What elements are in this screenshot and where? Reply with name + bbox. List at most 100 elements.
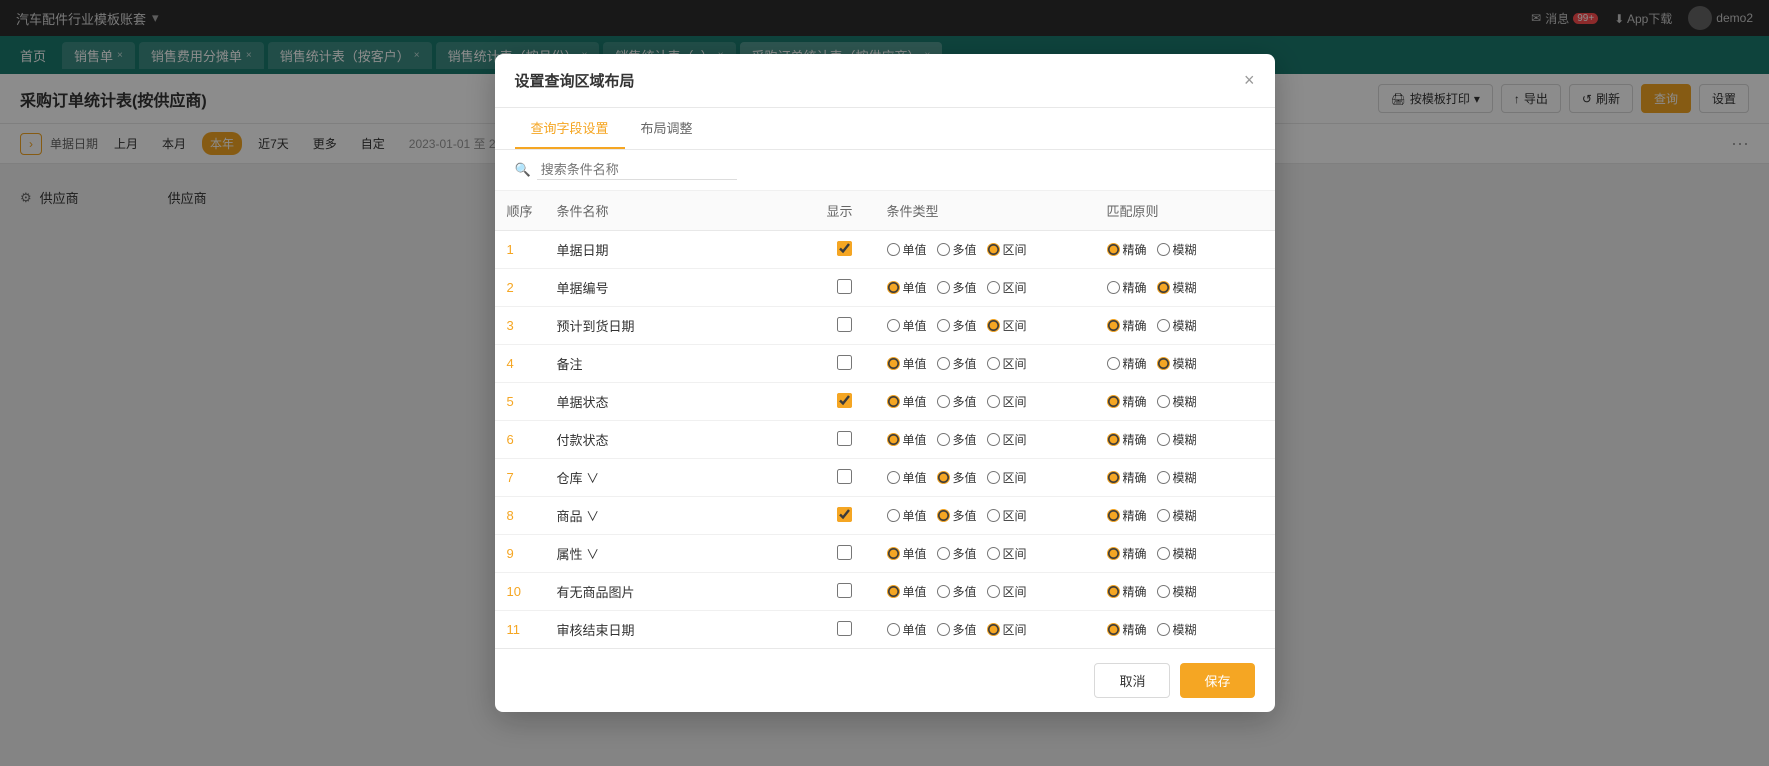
cell-display[interactable] [815,383,875,421]
cell-display[interactable] [815,269,875,307]
cell-match[interactable]: 精确模糊 [1095,573,1275,611]
type-radio[interactable] [987,433,1000,446]
type-radio[interactable] [987,471,1000,484]
type-radio[interactable] [937,433,950,446]
type-radio[interactable] [887,585,900,598]
cell-type[interactable]: 单值多值区间 [875,231,1095,269]
cell-match[interactable]: 精确模糊 [1095,421,1275,459]
match-radio[interactable] [1107,585,1120,598]
match-radio[interactable] [1157,585,1170,598]
cell-display[interactable] [815,345,875,383]
display-checkbox[interactable] [837,431,852,446]
type-radio[interactable] [887,623,900,636]
match-radio[interactable] [1157,319,1170,332]
cell-match[interactable]: 精确模糊 [1095,535,1275,573]
cell-display[interactable] [815,497,875,535]
cell-type[interactable]: 单值多值区间 [875,307,1095,345]
display-checkbox[interactable] [837,355,852,370]
cell-match[interactable]: 精确模糊 [1095,231,1275,269]
cell-display[interactable] [815,421,875,459]
match-radio[interactable] [1157,433,1170,446]
match-radio[interactable] [1157,471,1170,484]
match-radio[interactable] [1157,243,1170,256]
type-radio[interactable] [887,319,900,332]
type-radio[interactable] [887,433,900,446]
match-radio[interactable] [1107,395,1120,408]
display-checkbox[interactable] [837,393,852,408]
cell-match[interactable]: 精确模糊 [1095,269,1275,307]
type-radio[interactable] [887,547,900,560]
cell-type[interactable]: 单值多值区间 [875,269,1095,307]
cell-type[interactable]: 单值多值区间 [875,611,1095,649]
match-radio[interactable] [1157,395,1170,408]
match-radio[interactable] [1107,243,1120,256]
cell-type[interactable]: 单值多值区间 [875,345,1095,383]
type-radio[interactable] [937,623,950,636]
display-checkbox[interactable] [837,279,852,294]
match-radio[interactable] [1107,433,1120,446]
type-radio[interactable] [987,585,1000,598]
match-radio[interactable] [1107,509,1120,522]
cell-type[interactable]: 单值多值区间 [875,459,1095,497]
tab-layout[interactable]: 布局调整 [625,108,709,149]
display-checkbox[interactable] [837,545,852,560]
cell-display[interactable] [815,459,875,497]
match-radio[interactable] [1107,357,1120,370]
type-radio[interactable] [987,509,1000,522]
match-radio[interactable] [1107,623,1120,636]
match-radio[interactable] [1157,281,1170,294]
display-checkbox[interactable] [837,583,852,598]
type-radio[interactable] [887,357,900,370]
cell-match[interactable]: 精确模糊 [1095,459,1275,497]
match-radio[interactable] [1157,623,1170,636]
cell-display[interactable] [815,611,875,649]
type-radio[interactable] [937,319,950,332]
type-radio[interactable] [937,509,950,522]
type-radio[interactable] [887,509,900,522]
cell-display[interactable] [815,535,875,573]
match-radio[interactable] [1107,319,1120,332]
search-input[interactable] [537,160,737,180]
cell-type[interactable]: 单值多值区间 [875,535,1095,573]
type-radio[interactable] [887,471,900,484]
cell-match[interactable]: 精确模糊 [1095,611,1275,649]
cell-match[interactable]: 精确模糊 [1095,307,1275,345]
match-radio[interactable] [1107,281,1120,294]
match-radio[interactable] [1157,357,1170,370]
cell-display[interactable] [815,573,875,611]
type-radio[interactable] [937,547,950,560]
match-radio[interactable] [1107,547,1120,560]
display-checkbox[interactable] [837,469,852,484]
cancel-button[interactable]: 取消 [1094,663,1170,698]
cell-type[interactable]: 单值多值区间 [875,497,1095,535]
display-checkbox[interactable] [837,621,852,636]
cell-display[interactable] [815,307,875,345]
cell-type[interactable]: 单值多值区间 [875,383,1095,421]
cell-display[interactable] [815,231,875,269]
type-radio[interactable] [987,623,1000,636]
type-radio[interactable] [937,471,950,484]
match-radio[interactable] [1157,547,1170,560]
cell-match[interactable]: 精确模糊 [1095,383,1275,421]
save-button[interactable]: 保存 [1180,663,1254,698]
type-radio[interactable] [887,395,900,408]
type-radio[interactable] [987,319,1000,332]
type-radio[interactable] [937,395,950,408]
type-radio[interactable] [887,243,900,256]
type-radio[interactable] [987,547,1000,560]
match-radio[interactable] [1107,471,1120,484]
tab-query-fields[interactable]: 查询字段设置 [515,108,625,149]
display-checkbox[interactable] [837,241,852,256]
type-radio[interactable] [987,395,1000,408]
type-radio[interactable] [937,585,950,598]
cell-match[interactable]: 精确模糊 [1095,345,1275,383]
type-radio[interactable] [937,357,950,370]
type-radio[interactable] [937,243,950,256]
cell-type[interactable]: 单值多值区间 [875,421,1095,459]
dialog-close-button[interactable]: × [1244,70,1255,91]
type-radio[interactable] [887,281,900,294]
cell-type[interactable]: 单值多值区间 [875,573,1095,611]
type-radio[interactable] [987,243,1000,256]
type-radio[interactable] [987,281,1000,294]
type-radio[interactable] [987,357,1000,370]
